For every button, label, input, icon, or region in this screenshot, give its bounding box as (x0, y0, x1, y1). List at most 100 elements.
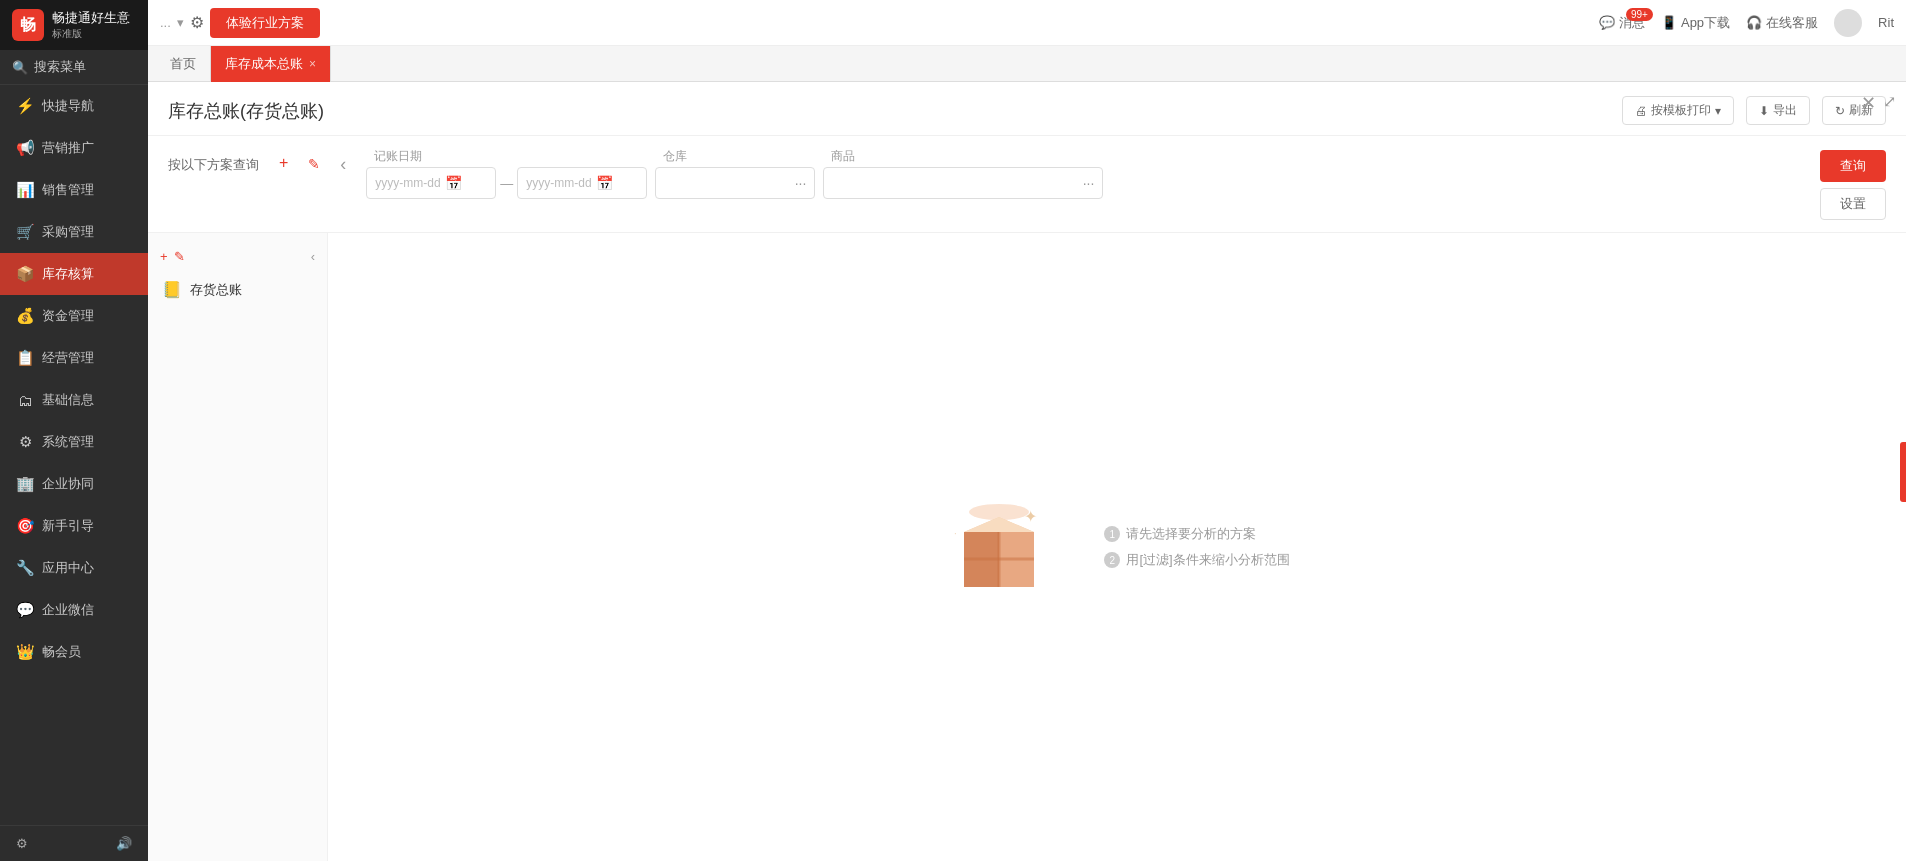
product-filter-group: 商品 ··· (823, 148, 1103, 199)
footer-audio-icon[interactable]: 🔊 (116, 836, 132, 851)
member-icon: 👑 (16, 643, 34, 661)
filter-panel-edit-icon[interactable]: ✎ (174, 249, 185, 264)
marketing-icon: 📢 (16, 139, 34, 157)
empty-illustration: ✦ · (944, 487, 1064, 607)
sidebar-item-enterprise[interactable]: 🏢 企业协同 (0, 463, 148, 505)
tab-inventory-ledger[interactable]: 库存成本总账 × (211, 46, 331, 82)
sidebar-item-label: 系统管理 (42, 433, 94, 451)
date-filter-group: 记账日期 yyyy-mm-dd 📅 — yyyy-mm-dd 📅 (366, 148, 647, 199)
settings-button[interactable]: 设置 (1820, 188, 1886, 220)
search-icon: 🔍 (12, 60, 28, 75)
online-service-button[interactable]: 🎧 在线客服 (1746, 14, 1818, 32)
sidebar-item-label: 资金管理 (42, 307, 94, 325)
logo-text: 畅捷通好生意 标准版 (52, 10, 130, 40)
sidebar-item-wechat[interactable]: 💬 企业微信 (0, 589, 148, 631)
template-print-button[interactable]: 🖨 按模板打印 ▾ (1622, 96, 1734, 125)
sidebar-item-label: 企业协同 (42, 475, 94, 493)
query-button[interactable]: 查询 (1820, 150, 1886, 182)
step-1-badge: 1 (1104, 526, 1120, 542)
app-name: 畅捷通好生意 (52, 10, 130, 27)
page-title: 库存总账(存货总账) (168, 99, 324, 123)
sidebar-item-label: 经营管理 (42, 349, 94, 367)
footer-settings-icon[interactable]: ⚙ (16, 836, 28, 851)
inventory-ledger-label: 存货总账 (190, 281, 242, 299)
expand-content-button[interactable]: ⤢ (1883, 92, 1896, 111)
refresh-button[interactable]: ↻ 刷新 (1822, 96, 1886, 125)
warehouse-select[interactable]: ··· (655, 167, 815, 199)
sidebar-item-label: 新手引导 (42, 517, 94, 535)
tab-home[interactable]: 首页 (156, 46, 211, 82)
date-from-input[interactable]: yyyy-mm-dd 📅 (366, 167, 496, 199)
app-logo: 畅 畅捷通好生意 标准版 (0, 0, 148, 50)
sidebar: 畅 畅捷通好生意 标准版 🔍 搜索菜单 ⚡ 快捷导航 📢 营销推广 📊 销售管理… (0, 0, 148, 861)
sidebar-item-label: 畅会员 (42, 643, 81, 661)
calendar-to-icon[interactable]: 📅 (596, 175, 613, 191)
filter-panel-header: + ✎ ‹ (148, 243, 327, 270)
messages-button[interactable]: 💬 消息 99+ (1599, 14, 1645, 32)
app-download-label: App下载 (1681, 14, 1730, 32)
date-from-placeholder: yyyy-mm-dd (375, 176, 440, 190)
filter-panel-item-inventory-ledger[interactable]: 📒 存货总账 (148, 270, 327, 309)
page-actions: 🖨 按模板打印 ▾ ⬇ 导出 ↻ 刷新 (1622, 96, 1886, 125)
sidebar-item-marketing[interactable]: 📢 营销推广 (0, 127, 148, 169)
dropdown-arrow-icon: ▾ (1715, 104, 1721, 118)
search-menu[interactable]: 🔍 搜索菜单 (0, 50, 148, 85)
sidebar-item-label: 采购管理 (42, 223, 94, 241)
user-name: Rit (1878, 15, 1894, 30)
topbar-dropdown-icon[interactable]: ▾ (177, 15, 184, 30)
sidebar-item-finance[interactable]: 💰 资金管理 (0, 295, 148, 337)
empty-hint-2: 2 用[过滤]条件来缩小分析范围 (1104, 551, 1289, 569)
warehouse-more-icon[interactable]: ··· (795, 175, 807, 191)
edit-scheme-button[interactable]: ✎ (308, 148, 320, 172)
collapse-panel-button[interactable]: ‹ (340, 148, 346, 175)
purchase-icon: 🛒 (16, 223, 34, 241)
sidebar-item-guide[interactable]: 🎯 新手引导 (0, 505, 148, 547)
messages-badge: 99+ (1626, 8, 1653, 21)
sidebar-item-label: 基础信息 (42, 391, 94, 409)
system-icon: ⚙ (16, 433, 34, 451)
sidebar-item-basic-info[interactable]: 🗂 基础信息 (0, 379, 148, 421)
user-avatar[interactable] (1834, 9, 1862, 37)
product-more-icon[interactable]: ··· (1083, 175, 1095, 191)
basic-info-icon: 🗂 (16, 392, 34, 409)
empty-state: ✦ · 1 请先选择要分析的方案 2 用[过滤]条件来缩小分析范围 (328, 233, 1906, 861)
filter-panel-collapse-icon[interactable]: ‹ (311, 249, 315, 264)
filter-panel-actions: + ✎ (160, 249, 185, 264)
printer-icon: 🖨 (1635, 104, 1647, 118)
sidebar-item-member[interactable]: 👑 畅会员 (0, 631, 148, 673)
sidebar-nav: ⚡ 快捷导航 📢 营销推广 📊 销售管理 🛒 采购管理 📦 库存核算 💰 资金管… (0, 85, 148, 825)
filter-panel-add-icon[interactable]: + (160, 249, 168, 264)
sidebar-footer: ⚙ 🔊 (0, 825, 148, 861)
svg-text:·: · (954, 528, 957, 539)
topbar-right: 💬 消息 99+ 📱 App下载 🎧 在线客服 Rit (1599, 9, 1894, 37)
calendar-from-icon[interactable]: 📅 (445, 175, 462, 191)
wechat-icon: 💬 (16, 601, 34, 619)
tab-close-icon[interactable]: × (309, 57, 316, 71)
template-print-label: 按模板打印 (1651, 102, 1711, 119)
export-button[interactable]: ⬇ 导出 (1746, 96, 1810, 125)
tab-bar: 首页 库存成本总账 × (148, 46, 1906, 82)
sidebar-item-business[interactable]: 📋 经营管理 (0, 337, 148, 379)
add-scheme-button[interactable]: + (279, 148, 288, 172)
filter-panel: + ✎ ‹ 📒 存货总账 (148, 233, 328, 861)
date-to-input[interactable]: yyyy-mm-dd 📅 (517, 167, 647, 199)
trial-button[interactable]: 体验行业方案 (210, 8, 320, 38)
sidebar-item-quick-nav[interactable]: ⚡ 快捷导航 (0, 85, 148, 127)
sidebar-item-system[interactable]: ⚙ 系统管理 (0, 421, 148, 463)
sidebar-item-inventory[interactable]: 📦 库存核算 (0, 253, 148, 295)
product-select[interactable]: ··· (823, 167, 1103, 199)
sidebar-item-sales[interactable]: 📊 销售管理 (0, 169, 148, 211)
sidebar-item-purchase[interactable]: 🛒 采购管理 (0, 211, 148, 253)
main-area: ... ▾ ⚙ 体验行业方案 💬 消息 99+ 📱 App下载 🎧 在线客服 R… (148, 0, 1906, 861)
right-edge-indicator[interactable] (1900, 442, 1906, 502)
filter-action-buttons: 查询 设置 (1820, 148, 1886, 220)
topbar-settings-icon[interactable]: ⚙ (190, 13, 204, 32)
date-to-placeholder: yyyy-mm-dd (526, 176, 591, 190)
sidebar-item-app-center[interactable]: 🔧 应用中心 (0, 547, 148, 589)
refresh-icon: ↻ (1835, 104, 1845, 118)
sidebar-item-label: 销售管理 (42, 181, 94, 199)
close-content-button[interactable]: ✕ (1861, 92, 1876, 114)
app-download-button[interactable]: 📱 App下载 (1661, 14, 1730, 32)
warehouse-filter-label: 仓库 (655, 148, 815, 165)
body-area: + ✎ ‹ 📒 存货总账 (148, 233, 1906, 861)
